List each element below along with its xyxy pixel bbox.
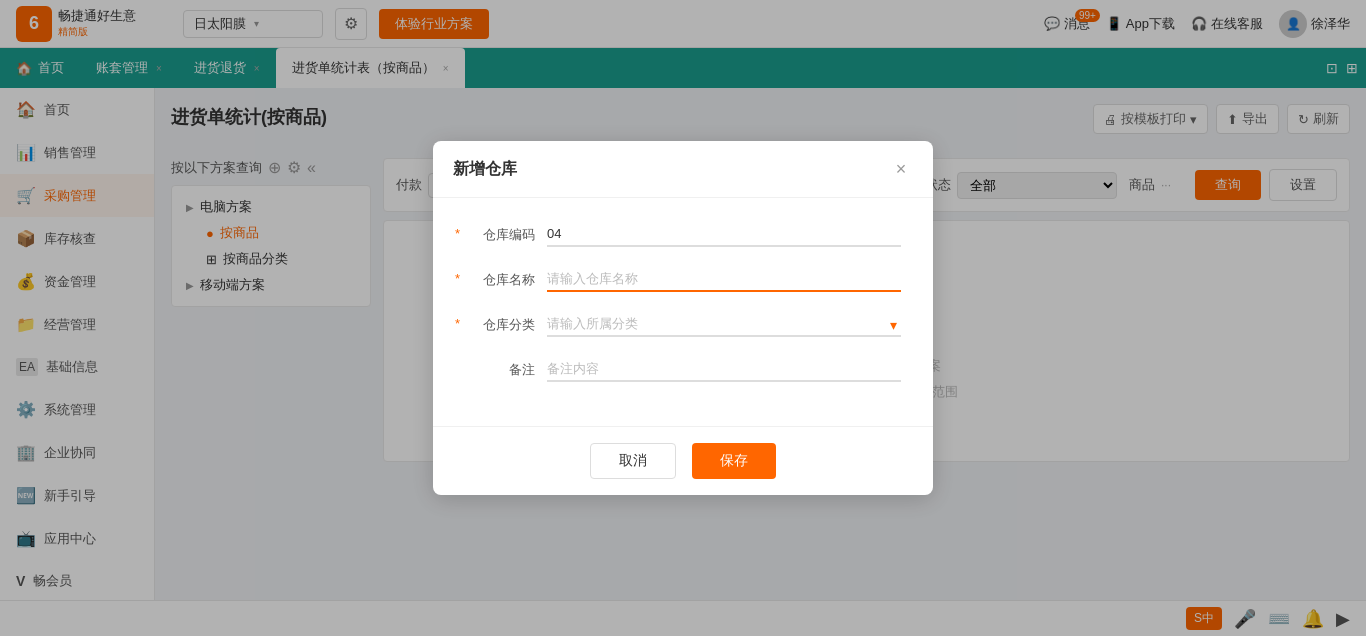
category-select[interactable]: 请输入所属分类: [547, 312, 901, 337]
modal-header: 新增仓库 ×: [433, 141, 933, 198]
modal-body: 仓库编码 仓库名称 仓库分类 请输入所属分类 ▾ 备注: [433, 198, 933, 426]
category-label: 仓库分类: [465, 316, 535, 334]
name-form-row: 仓库名称: [465, 267, 901, 292]
modal-footer: 取消 保存: [433, 426, 933, 495]
modal-close-button[interactable]: ×: [889, 157, 913, 181]
category-form-row: 仓库分类 请输入所属分类 ▾: [465, 312, 901, 337]
cancel-button[interactable]: 取消: [590, 443, 676, 479]
modal-overlay: 新增仓库 × 仓库编码 仓库名称 仓库分类 请输入所属分类 ▾: [0, 0, 1366, 636]
add-warehouse-modal: 新增仓库 × 仓库编码 仓库名称 仓库分类 请输入所属分类 ▾: [433, 141, 933, 495]
name-label: 仓库名称: [465, 271, 535, 289]
note-form-row: 备注: [465, 357, 901, 382]
code-input[interactable]: [547, 222, 901, 247]
code-label: 仓库编码: [465, 226, 535, 244]
note-input[interactable]: [547, 357, 901, 382]
note-label: 备注: [465, 361, 535, 379]
save-button[interactable]: 保存: [692, 443, 776, 479]
code-form-row: 仓库编码: [465, 222, 901, 247]
modal-title: 新增仓库: [453, 159, 517, 180]
name-input[interactable]: [547, 267, 901, 292]
